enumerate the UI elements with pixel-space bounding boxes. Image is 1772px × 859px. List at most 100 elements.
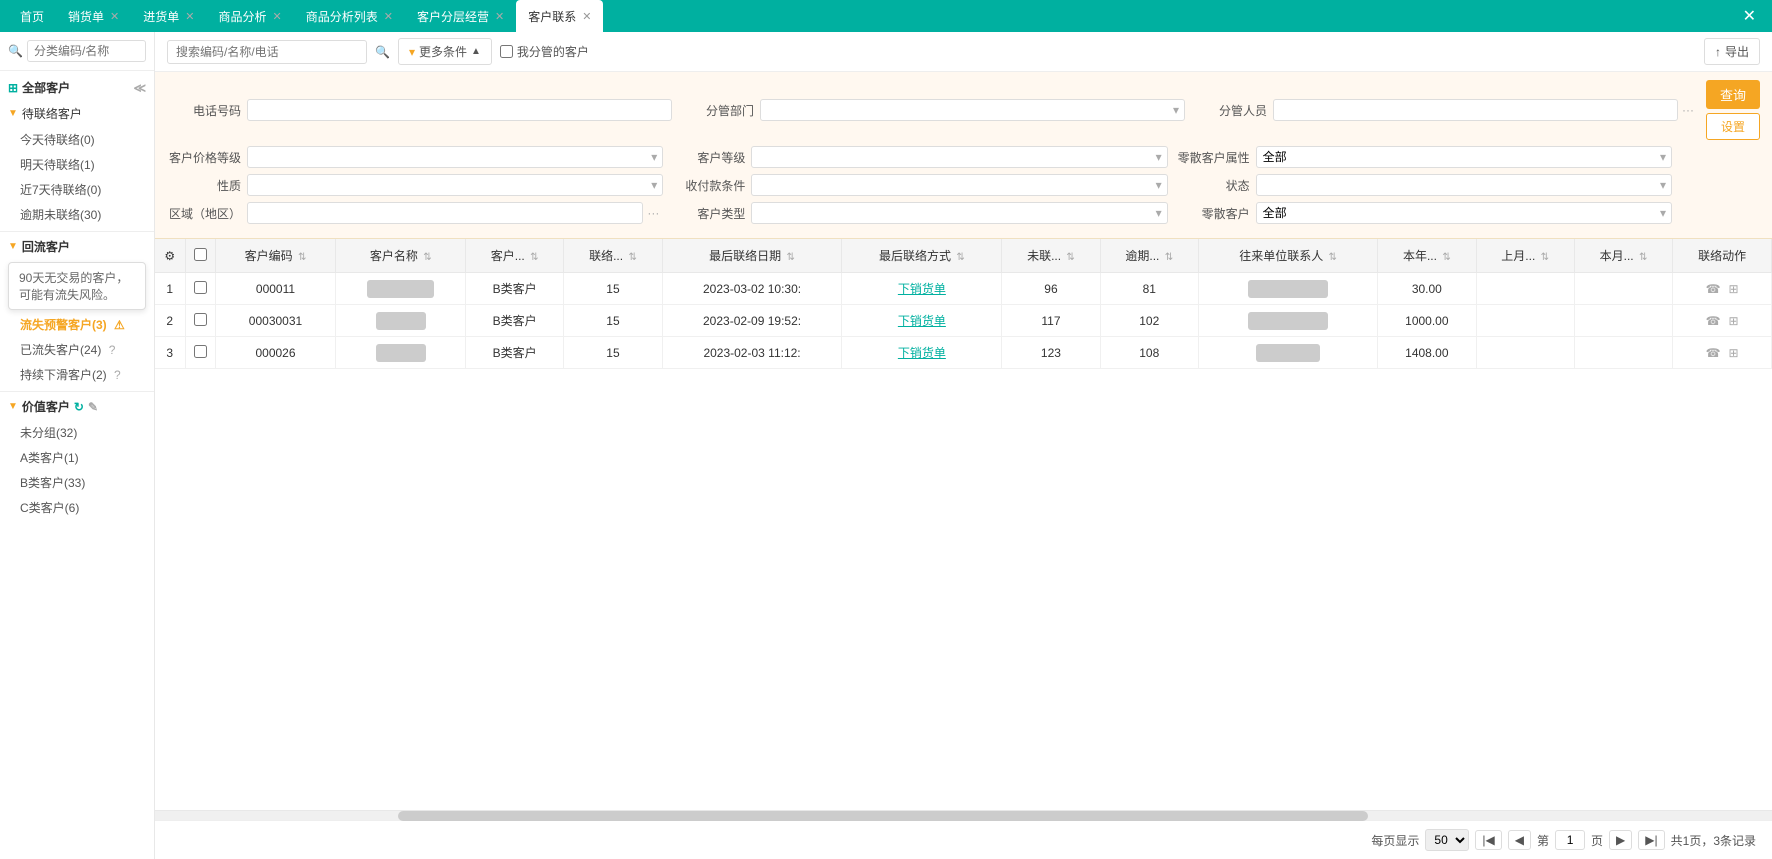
person-input[interactable] xyxy=(1273,99,1678,121)
action-buttons[interactable]: ☎ ⊞ xyxy=(1673,305,1772,337)
tab-sales[interactable]: 销货单 ✕ xyxy=(56,0,131,32)
sidebar-item-tomorrow[interactable]: 明天待联络(1) xyxy=(0,152,154,177)
zero-attr-select[interactable]: 全部 xyxy=(1256,146,1672,168)
export-button[interactable]: ↑ 导出 xyxy=(1704,38,1760,65)
customer-level-select[interactable] xyxy=(751,146,1167,168)
row-checkbox[interactable] xyxy=(185,305,215,337)
sidebar-group-value[interactable]: ▼ 价值客户 ↻ ✎ xyxy=(0,391,154,420)
sidebar-item-overdue[interactable]: 逾期未联络(30) xyxy=(0,202,154,227)
more-icon[interactable]: ··· xyxy=(1678,103,1698,117)
col-action: 联络动作 xyxy=(1673,239,1772,273)
payment-select[interactable] xyxy=(751,174,1167,196)
close-icon[interactable]: ✕ xyxy=(582,10,591,23)
advanced-filter-panel: 电话号码 分管部门 ▾ 分管人员 ··· 查询 设置 xyxy=(155,72,1772,239)
row-select-checkbox[interactable] xyxy=(194,281,207,294)
last-page-button[interactable]: ▶| xyxy=(1638,830,1664,850)
col-code[interactable]: 客户编码 ⇅ xyxy=(215,239,336,273)
tab-customer-tier[interactable]: 客户分层经营 ✕ xyxy=(405,0,516,32)
col-settings[interactable]: ⚙ xyxy=(155,239,185,273)
tab-purchase[interactable]: 进货单 ✕ xyxy=(131,0,206,32)
last-contact-method[interactable]: 下销货单 xyxy=(842,273,1002,305)
sidebar-item-7days[interactable]: 近7天待联络(0) xyxy=(0,177,154,202)
sidebar-group-pending[interactable]: ▼ 待联络客户 xyxy=(0,100,154,127)
col-contact[interactable]: 联络... ⇅ xyxy=(564,239,662,273)
close-icon[interactable]: ✕ xyxy=(273,10,282,23)
more-icon[interactable]: ··· xyxy=(643,206,663,220)
row-select-checkbox[interactable] xyxy=(194,313,207,326)
col-overdue[interactable]: 逾期... ⇅ xyxy=(1100,239,1198,273)
table-area: ⚙ 客户编码 ⇅ 客户名称 ⇅ 客户... ⇅ xyxy=(155,239,1772,810)
contact-icon[interactable]: ☎ xyxy=(1706,346,1721,360)
dept-select[interactable] xyxy=(760,99,1185,121)
region-input[interactable] xyxy=(247,202,643,224)
sidebar-item-churn-warning[interactable]: 流失预警客户(3) ⚠ xyxy=(0,312,154,337)
query-button[interactable]: 查询 xyxy=(1706,80,1760,109)
col-last-month[interactable]: 上月... ⇅ xyxy=(1476,239,1574,273)
horizontal-scrollbar[interactable] xyxy=(155,810,1772,820)
search-input[interactable] xyxy=(167,40,367,64)
sidebar-item-class-b[interactable]: B类客户(33) xyxy=(0,470,154,495)
select-all-checkbox[interactable] xyxy=(194,248,207,261)
col-unlink[interactable]: 未联... ⇅ xyxy=(1002,239,1100,273)
sidebar-item-today[interactable]: 今天待联络(0) xyxy=(0,127,154,152)
col-last-method[interactable]: 最后联络方式 ⇅ xyxy=(842,239,1002,273)
col-last-date[interactable]: 最后联络日期 ⇅ xyxy=(662,239,842,273)
col-year[interactable]: 本年... ⇅ xyxy=(1378,239,1476,273)
tab-product-list[interactable]: 商品分析列表 ✕ xyxy=(294,0,405,32)
sidebar-group-return[interactable]: ▼ 回流客户 xyxy=(0,231,154,260)
contact-icon[interactable]: ☎ xyxy=(1706,314,1721,328)
next-page-button[interactable]: ▶ xyxy=(1609,830,1632,850)
zero-customer-select[interactable]: 全部 xyxy=(1256,202,1672,224)
contact-icon[interactable]: ☎ xyxy=(1706,282,1721,296)
page-size-select[interactable]: 50 xyxy=(1425,829,1469,851)
sidebar-item-class-c[interactable]: C类客户(6) xyxy=(0,495,154,520)
first-page-button[interactable]: |◀ xyxy=(1475,830,1501,850)
category-search-input[interactable] xyxy=(27,40,146,62)
search-button[interactable]: 🔍 xyxy=(375,45,390,59)
close-icon[interactable]: ✕ xyxy=(110,10,119,23)
action-buttons[interactable]: ☎ ⊞ xyxy=(1673,273,1772,305)
refresh-icon[interactable]: ↻ xyxy=(74,400,84,414)
price-level-select[interactable] xyxy=(247,146,663,168)
close-icon[interactable]: ✕ xyxy=(185,10,194,23)
sidebar-item-ungrouped[interactable]: 未分组(32) xyxy=(0,420,154,445)
collapse-button[interactable]: ≪ xyxy=(133,81,146,95)
more-action-icon[interactable]: ⊞ xyxy=(1729,346,1739,360)
tab-customer-contact[interactable]: 客户联系 ✕ xyxy=(516,0,603,32)
col-person[interactable]: 往来单位联系人 ⇅ xyxy=(1198,239,1377,273)
more-conditions-button[interactable]: ▾ 更多条件 ▲ xyxy=(398,38,492,65)
my-customers-checkbox[interactable] xyxy=(500,45,513,58)
col-this-month[interactable]: 本月... ⇅ xyxy=(1574,239,1672,273)
window-close-button[interactable]: ✕ xyxy=(1735,6,1764,26)
more-action-icon[interactable]: ⊞ xyxy=(1729,282,1739,296)
close-icon[interactable]: ✕ xyxy=(495,10,504,23)
phone-input[interactable] xyxy=(247,99,672,121)
last-contact-method[interactable]: 下销货单 xyxy=(842,305,1002,337)
phone-label: 电话号码 xyxy=(167,102,247,119)
page-number-input[interactable] xyxy=(1555,830,1585,850)
sidebar-item-declining[interactable]: 持续下滑客户(2) ? xyxy=(0,362,154,387)
row-select-checkbox[interactable] xyxy=(194,345,207,358)
row-checkbox[interactable] xyxy=(185,273,215,305)
settings-button[interactable]: 设置 xyxy=(1706,113,1760,140)
close-icon[interactable]: ✕ xyxy=(384,10,393,23)
customer-type-select[interactable] xyxy=(751,202,1167,224)
gender-select[interactable] xyxy=(247,174,663,196)
col-checkbox[interactable] xyxy=(185,239,215,273)
sidebar-item-lost[interactable]: 已流失客户(24) ? xyxy=(0,337,154,362)
scroll-thumb[interactable] xyxy=(398,811,1368,821)
last-contact-method[interactable]: 下销货单 xyxy=(842,337,1002,369)
action-buttons[interactable]: ☎ ⊞ xyxy=(1673,337,1772,369)
tab-product-analysis[interactable]: 商品分析 ✕ xyxy=(206,0,293,32)
sidebar-item-class-a[interactable]: A类客户(1) xyxy=(0,445,154,470)
more-action-icon[interactable]: ⊞ xyxy=(1729,314,1739,328)
col-type[interactable]: 客户... ⇅ xyxy=(465,239,563,273)
prev-page-button[interactable]: ◀ xyxy=(1508,830,1531,850)
row-checkbox[interactable] xyxy=(185,337,215,369)
tab-home[interactable]: 首页 xyxy=(8,0,56,32)
col-name[interactable]: 客户名称 ⇅ xyxy=(336,239,466,273)
edit-icon[interactable]: ✎ xyxy=(88,400,98,414)
customer-name: ████ xyxy=(336,305,466,337)
my-customers-checkbox-label[interactable]: 我分管的客户 xyxy=(500,43,589,60)
status-select[interactable] xyxy=(1256,174,1672,196)
